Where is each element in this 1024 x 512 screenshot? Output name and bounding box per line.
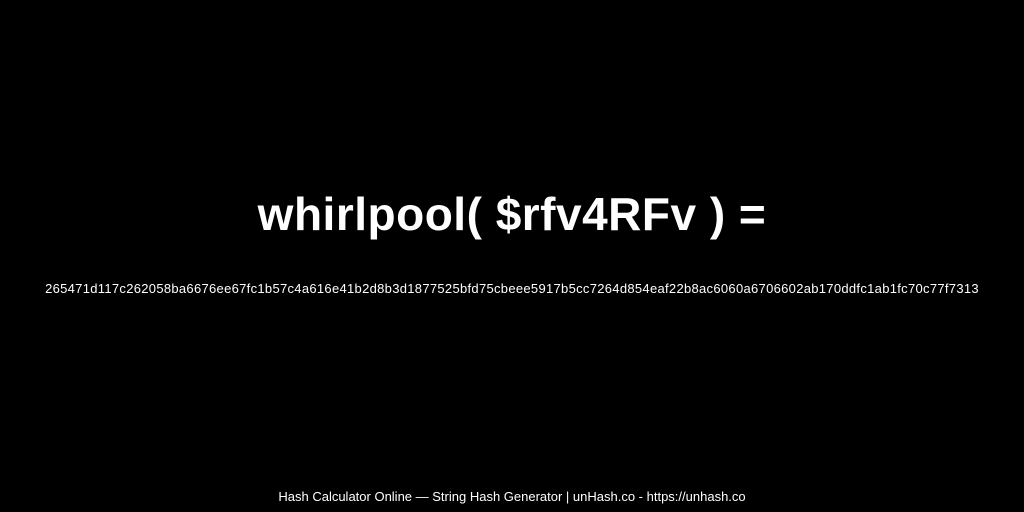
hash-expression: whirlpool( $rfv4RFv ) = [258, 187, 767, 241]
footer-text: Hash Calculator Online — String Hash Gen… [0, 489, 1024, 504]
hash-output: 265471d117c262058ba6676ee67fc1b57c4a616e… [45, 281, 979, 296]
main-content: whirlpool( $rfv4RFv ) = 265471d117c26205… [0, 0, 1024, 512]
